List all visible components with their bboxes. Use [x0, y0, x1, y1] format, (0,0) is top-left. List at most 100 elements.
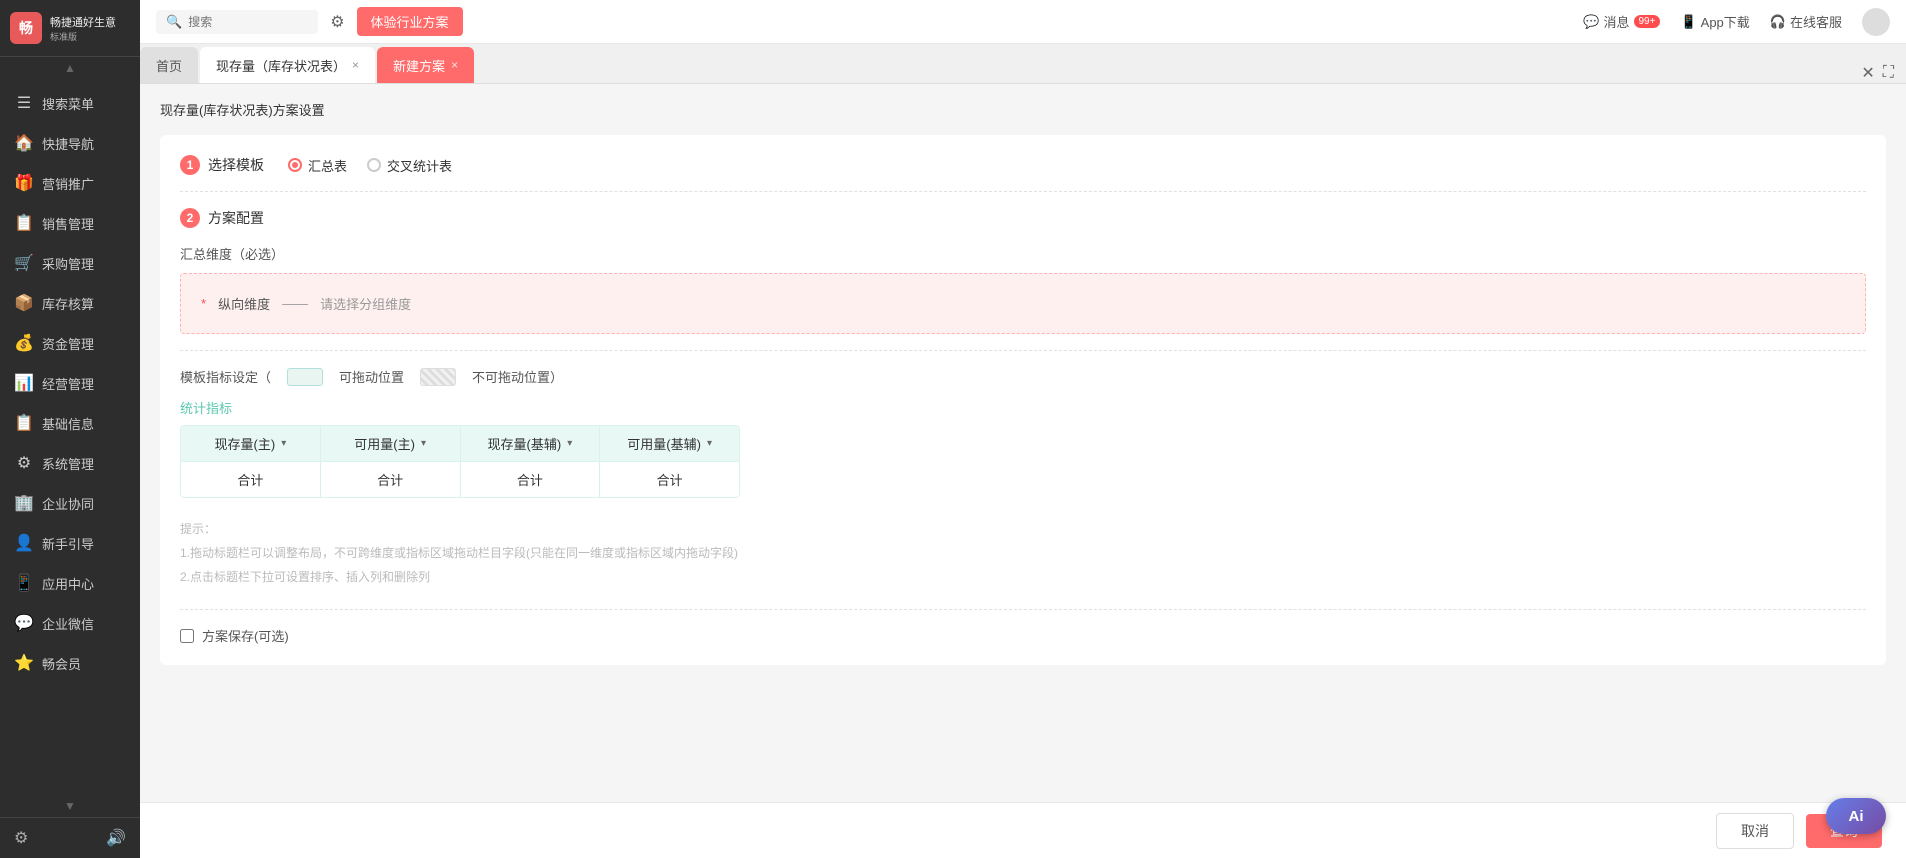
settings-button[interactable]: ⚙	[14, 828, 28, 848]
sidebar-footer: ⚙ 🔊	[0, 817, 140, 858]
sidebar-item-newbie[interactable]: 👤 新手引导	[0, 523, 140, 563]
topbar: 🔍 ⚙ 体验行业方案 💬 消息 99+ 📱 App下载 🎧 在线客服	[140, 0, 1906, 44]
sidebar-item-inventory[interactable]: 📦 库存核算	[0, 283, 140, 323]
sidebar-logo: 畅 畅捷通好生意 标准版	[0, 0, 140, 57]
sidebar-item-finance[interactable]: 💰 资金管理	[0, 323, 140, 363]
sidebar-item-quick-nav[interactable]: 🏠 快捷导航	[0, 123, 140, 163]
main-area: 🔍 ⚙ 体验行业方案 💬 消息 99+ 📱 App下载 🎧 在线客服 首页	[140, 0, 1906, 858]
page-title: 现存量(库存状况表)方案设置	[160, 100, 1886, 119]
online-service-button[interactable]: 🎧 在线客服	[1770, 12, 1842, 31]
cancel-button[interactable]: 取消	[1716, 813, 1794, 849]
section1-title: 选择模板	[208, 155, 264, 175]
dimension-dash: ——	[282, 296, 308, 311]
section-divider-2	[180, 350, 1866, 351]
stats-cell-0-2: 合计	[461, 462, 601, 497]
stats-header-row: 现存量(主) ▾ 可用量(主) ▾ 现存量(基辅) ▾ 可用量(基辅)	[181, 426, 739, 461]
sales-icon: 📋	[14, 213, 34, 233]
search-input[interactable]	[188, 15, 308, 29]
sidebar-item-member[interactable]: ⭐ 畅会员	[0, 643, 140, 683]
trial-button[interactable]: 体验行业方案	[357, 7, 463, 36]
stats-header-3[interactable]: 可用量(基辅) ▾	[600, 426, 739, 461]
chevron-down-icon-0: ▾	[281, 438, 286, 449]
sidebar-item-search[interactable]: ☰ 搜索菜单	[0, 83, 140, 123]
dimension-box[interactable]: * 纵向维度 —— 请选择分组维度	[180, 273, 1866, 334]
section-divider-1	[180, 191, 1866, 192]
content-area: 现存量(库存状况表)方案设置 1 选择模板 汇总表 交叉统计表	[140, 84, 1906, 802]
sidebar-item-app-center[interactable]: 📱 应用中心	[0, 563, 140, 603]
section1-header: 1 选择模板 汇总表 交叉统计表	[180, 155, 1866, 175]
tab-inventory-close[interactable]: ×	[352, 58, 359, 72]
message-button[interactable]: 💬 消息 99+	[1583, 12, 1660, 31]
tab-expand-controls: ✕ ⛶	[1861, 63, 1906, 83]
action-bar: 取消 查询	[140, 802, 1906, 858]
tips-title: 提示：	[180, 522, 216, 536]
gear-icon[interactable]: ⚙	[330, 12, 344, 32]
newbie-icon: 👤	[14, 533, 34, 553]
draggable-indicator-demo	[287, 368, 323, 386]
radio-cross-dot	[367, 158, 381, 172]
sidebar-nav: ☰ 搜索菜单 🏠 快捷导航 🎁 营销推广 📋 销售管理 🛒 采购管理 📦 库存核…	[0, 79, 140, 795]
radio-summary[interactable]: 汇总表	[288, 156, 347, 175]
stats-header-1[interactable]: 可用量(主) ▾	[321, 426, 461, 461]
ai-button[interactable]: Ai	[1826, 798, 1886, 834]
sidebar-scroll-up[interactable]: ▲	[0, 57, 140, 79]
template-radio-group: 汇总表 交叉统计表	[288, 156, 452, 175]
search-icon: 🔍	[166, 14, 182, 30]
money-icon: 💰	[14, 333, 34, 353]
tab-home[interactable]: 首页	[140, 47, 198, 83]
cart-icon: 🛒	[14, 253, 34, 273]
logo-icon: 畅	[10, 12, 42, 44]
stats-title: 统计指标	[180, 398, 1866, 417]
system-icon: ⚙	[14, 453, 34, 473]
chevron-down-icon-1: ▾	[421, 438, 426, 449]
footer-save: 方案保存(可选)	[180, 609, 1866, 645]
stats-table: 现存量(主) ▾ 可用量(主) ▾ 现存量(基辅) ▾ 可用量(基辅)	[180, 425, 740, 498]
tip-line-2: 2.点击标题栏下拉可设置排序、插入列和删除列	[180, 565, 1866, 589]
stats-header-0[interactable]: 现存量(主) ▾	[181, 426, 321, 461]
sidebar-item-system[interactable]: ⚙ 系统管理	[0, 443, 140, 483]
wechat-icon: 💬	[14, 613, 34, 633]
member-icon: ⭐	[14, 653, 34, 673]
sidebar-scroll-down[interactable]: ▼	[0, 795, 140, 817]
stats-data-row-0: 合计 合计 合计 合计	[181, 461, 739, 497]
search-icon: ☰	[14, 93, 34, 113]
section1-card: 1 选择模板 汇总表 交叉统计表 2 方案配置	[160, 135, 1886, 665]
sidebar-item-operation[interactable]: 📊 经营管理	[0, 363, 140, 403]
tab-maximize[interactable]: ⛶	[1883, 64, 1894, 82]
app-icon: 📱	[14, 573, 34, 593]
tab-inventory-status[interactable]: 现存量（库存状况表） ×	[200, 47, 375, 83]
user-avatar[interactable]	[1862, 8, 1890, 36]
dimension-label: 汇总维度（必选）	[180, 244, 1866, 263]
sidebar: 畅 畅捷通好生意 标准版 ▲ ☰ 搜索菜单 🏠 快捷导航 🎁 营销推广 📋 销售…	[0, 0, 140, 858]
sidebar-item-enterprise[interactable]: 🏢 企业协同	[0, 483, 140, 523]
enterprise-icon: 🏢	[14, 493, 34, 513]
tabbar: 首页 现存量（库存状况表） × 新建方案 × ✕ ⛶	[140, 44, 1906, 84]
radio-cross[interactable]: 交叉统计表	[367, 156, 452, 175]
message-badge: 99+	[1634, 15, 1661, 28]
tab-new-scheme-close[interactable]: ×	[451, 58, 458, 72]
no-drag-indicator-demo	[420, 368, 456, 386]
indicator-label: 模板指标设定（	[180, 367, 271, 386]
save-label[interactable]: 方案保存(可选)	[202, 626, 289, 645]
indicators-row: 模板指标设定（ 可拖动位置 不可拖动位置）	[180, 367, 1866, 386]
dimension-placeholder: 请选择分组维度	[320, 294, 411, 313]
chevron-down-icon-2: ▾	[567, 438, 572, 449]
sound-button[interactable]: 🔊	[106, 828, 126, 848]
sidebar-item-basic-info[interactable]: 📋 基础信息	[0, 403, 140, 443]
gift-icon: 🎁	[14, 173, 34, 193]
sidebar-item-wechat[interactable]: 💬 企业微信	[0, 603, 140, 643]
topbar-right: 💬 消息 99+ 📱 App下载 🎧 在线客服	[1583, 8, 1890, 36]
sidebar-item-purchase[interactable]: 🛒 采购管理	[0, 243, 140, 283]
sidebar-item-sales[interactable]: 📋 销售管理	[0, 203, 140, 243]
tips-area: 提示： 1.拖动标题栏可以调整布局，不可跨维度或指标区域拖动栏目字段(只能在同一…	[180, 517, 1866, 589]
headset-icon: 🎧	[1770, 14, 1786, 30]
tab-new-scheme[interactable]: 新建方案 ×	[377, 47, 474, 83]
save-checkbox[interactable]	[180, 629, 194, 643]
stats-section: 统计指标 现存量(主) ▾ 可用量(主) ▾ 现存量(基辅)	[180, 398, 1866, 501]
search-box[interactable]: 🔍	[156, 10, 318, 34]
app-download-button[interactable]: 📱 App下载	[1680, 12, 1749, 31]
stats-header-2[interactable]: 现存量(基辅) ▾	[461, 426, 601, 461]
tab-close-all[interactable]: ✕	[1861, 63, 1874, 83]
sidebar-item-marketing[interactable]: 🎁 营销推广	[0, 163, 140, 203]
stats-cell-0-0: 合计	[181, 462, 321, 497]
